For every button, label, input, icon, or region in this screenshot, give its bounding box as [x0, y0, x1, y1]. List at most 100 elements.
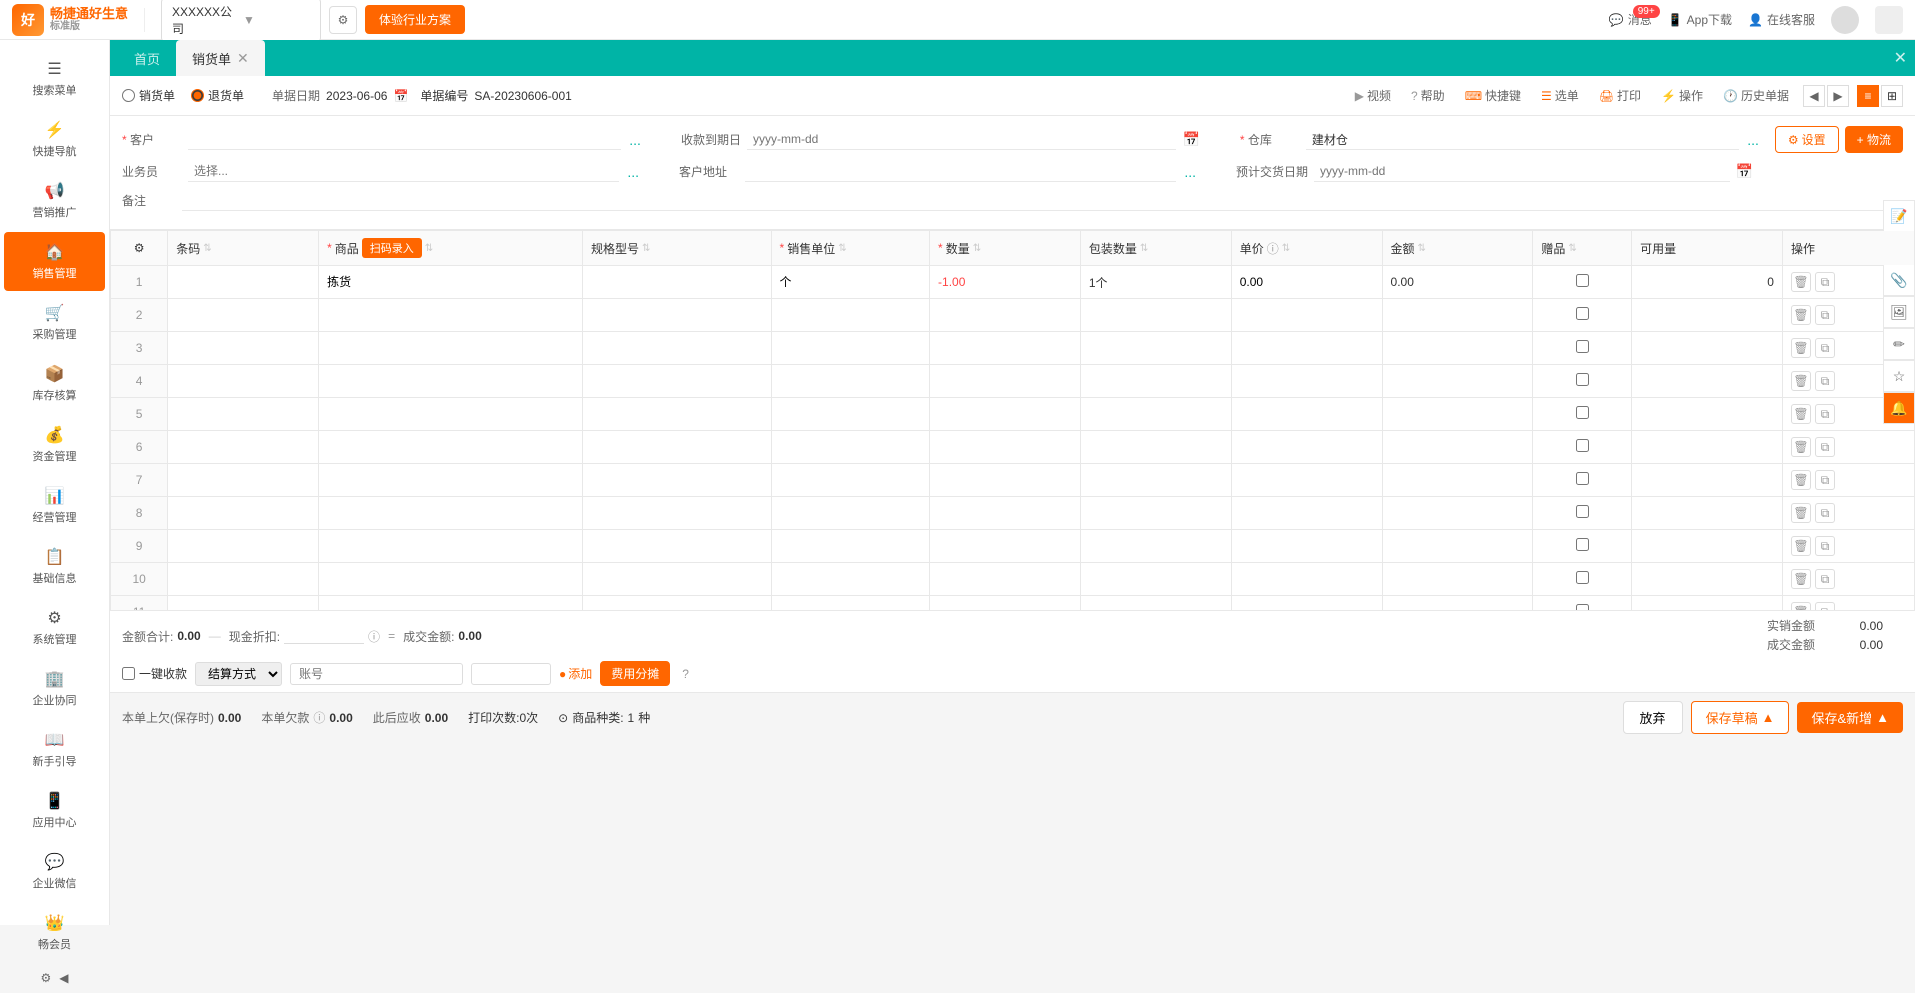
cell-unit-8[interactable]: [771, 530, 930, 563]
delivery-date-input[interactable]: [1314, 161, 1730, 182]
cell-barcode-4[interactable]: [168, 398, 319, 431]
cell-barcode-3[interactable]: [168, 365, 319, 398]
tab-sales-order[interactable]: 销货单 ✕: [176, 40, 265, 76]
discount-help-icon[interactable]: ⓘ: [368, 628, 380, 645]
sidebar-item-search[interactable]: ☰ 搜索菜单: [4, 49, 105, 108]
delete-row-btn-1[interactable]: 🗑: [1791, 305, 1811, 325]
sidebar-item-marketing[interactable]: 📢 营销推广: [4, 171, 105, 230]
sidebar-settings-button[interactable]: ⚙: [41, 971, 52, 985]
save-new-button[interactable]: 保存&新增 ▲: [1797, 702, 1903, 733]
calendar-icon[interactable]: 📅: [393, 89, 408, 103]
cell-quantity-6[interactable]: [930, 464, 1081, 497]
cell-spec-0[interactable]: [583, 266, 772, 299]
video-btn[interactable]: ▶ 视频: [1349, 84, 1397, 107]
cell-spec-9[interactable]: [583, 563, 772, 596]
cell-product-2[interactable]: [319, 332, 583, 365]
radio-return[interactable]: 退货单: [191, 87, 244, 104]
sidebar-item-system[interactable]: ⚙ 系统管理: [4, 598, 105, 657]
cell-quantity-7[interactable]: [930, 497, 1081, 530]
collection-due-input[interactable]: [747, 129, 1177, 150]
cell-unit-10[interactable]: [771, 596, 930, 611]
delete-row-btn-5[interactable]: 🗑: [1791, 437, 1811, 457]
radio-sales-input[interactable]: [122, 89, 135, 102]
copy-row-btn-4[interactable]: ⧉: [1815, 404, 1835, 424]
sidebar-item-sales[interactable]: 🏠 销售管理: [4, 232, 105, 291]
cell-price-10[interactable]: [1231, 596, 1382, 611]
copy-row-btn-8[interactable]: ⧉: [1815, 536, 1835, 556]
cash-discount-input[interactable]: [284, 629, 364, 644]
grid-view-btn[interactable]: ⊞: [1881, 85, 1903, 107]
cell-price-1[interactable]: [1231, 299, 1382, 332]
cell-unit-9[interactable]: [771, 563, 930, 596]
sidebar-item-inventory[interactable]: 📦 库存核算: [4, 354, 105, 413]
cell-unit-0[interactable]: [771, 266, 930, 299]
cell-spec-1[interactable]: [583, 299, 772, 332]
float-action-btn[interactable]: 🔔: [1883, 392, 1915, 424]
scan-button[interactable]: 扫码录入: [362, 238, 422, 258]
form-settings-button[interactable]: ⚙ 设置: [1775, 126, 1839, 153]
list-view-btn[interactable]: ≡: [1857, 85, 1879, 107]
cell-quantity-0[interactable]: [930, 266, 1081, 299]
next-arrow[interactable]: ▶: [1827, 85, 1849, 107]
copy-row-btn-6[interactable]: ⧉: [1815, 470, 1835, 490]
cell-product-10[interactable]: [319, 596, 583, 611]
delete-row-btn-4[interactable]: 🗑: [1791, 404, 1811, 424]
customer-dots[interactable]: ...: [629, 132, 641, 148]
cell-price-0[interactable]: [1231, 266, 1382, 299]
cell-barcode-8[interactable]: [168, 530, 319, 563]
cell-price-4[interactable]: [1231, 398, 1382, 431]
cell-product-9[interactable]: [319, 563, 583, 596]
customer-address-input[interactable]: [745, 161, 1176, 182]
warehouse-dots[interactable]: ...: [1747, 132, 1759, 148]
cell-gift-9[interactable]: [1533, 563, 1632, 596]
cell-barcode-6[interactable]: [168, 464, 319, 497]
cell-gift-8[interactable]: [1533, 530, 1632, 563]
company-selector[interactable]: XXXXXX公司 ▼: [161, 0, 321, 42]
cell-quantity-3[interactable]: [930, 365, 1081, 398]
cell-quantity-10[interactable]: [930, 596, 1081, 611]
cell-price-6[interactable]: [1231, 464, 1382, 497]
discard-button[interactable]: 放弃: [1623, 701, 1683, 734]
cell-barcode-10[interactable]: [168, 596, 319, 611]
one-click-payment-checkbox[interactable]: 一键收款: [122, 665, 187, 682]
copy-row-btn-2[interactable]: ⧉: [1815, 338, 1835, 358]
tab-close-icon[interactable]: ✕: [237, 50, 249, 67]
amount-input[interactable]: [471, 663, 551, 685]
cell-barcode-2[interactable]: [168, 332, 319, 365]
cell-product-7[interactable]: [319, 497, 583, 530]
price-help-icon[interactable]: ⓘ: [1267, 240, 1279, 257]
copy-row-btn-9[interactable]: ⧉: [1815, 569, 1835, 589]
cell-unit-1[interactable]: [771, 299, 930, 332]
delete-row-btn-10[interactable]: 🗑: [1791, 602, 1811, 610]
logistics-button[interactable]: + 物流: [1845, 126, 1903, 153]
delete-row-btn-7[interactable]: 🗑: [1791, 503, 1811, 523]
cell-barcode-0[interactable]: [168, 266, 319, 299]
delete-row-btn-3[interactable]: 🗑: [1791, 371, 1811, 391]
cell-barcode-5[interactable]: [168, 431, 319, 464]
delivery-calendar-icon[interactable]: 📅: [1736, 163, 1753, 180]
cell-spec-10[interactable]: [583, 596, 772, 611]
cell-gift-7[interactable]: [1533, 497, 1632, 530]
cell-product-8[interactable]: [319, 530, 583, 563]
cell-gift-4[interactable]: [1533, 398, 1632, 431]
sidebar-item-guide[interactable]: 📖 新手引导: [4, 720, 105, 779]
cell-price-3[interactable]: [1231, 365, 1382, 398]
message-button[interactable]: 💬 消息 99+: [1609, 11, 1652, 28]
prev-arrow[interactable]: ◀: [1803, 85, 1825, 107]
sidebar-item-wechat[interactable]: 💬 企业微信: [4, 842, 105, 901]
cell-product-6[interactable]: [319, 464, 583, 497]
copy-row-btn-7[interactable]: ⧉: [1815, 503, 1835, 523]
settings-gear-button[interactable]: ⚙: [329, 6, 357, 34]
float-star-btn[interactable]: ☆: [1883, 360, 1915, 392]
cell-quantity-4[interactable]: [930, 398, 1081, 431]
arrears-help-icon[interactable]: ⓘ: [313, 709, 325, 726]
tab-home[interactable]: 首页: [118, 40, 176, 76]
user-menu[interactable]: [1875, 6, 1903, 34]
delete-row-btn-6[interactable]: 🗑: [1791, 470, 1811, 490]
cell-unit-4[interactable]: [771, 398, 930, 431]
radio-return-input[interactable]: [191, 89, 204, 102]
account-input[interactable]: [290, 663, 463, 685]
delete-row-btn-0[interactable]: 🗑: [1791, 272, 1811, 292]
delete-row-btn-2[interactable]: 🗑: [1791, 338, 1811, 358]
delete-row-btn-9[interactable]: 🗑: [1791, 569, 1811, 589]
